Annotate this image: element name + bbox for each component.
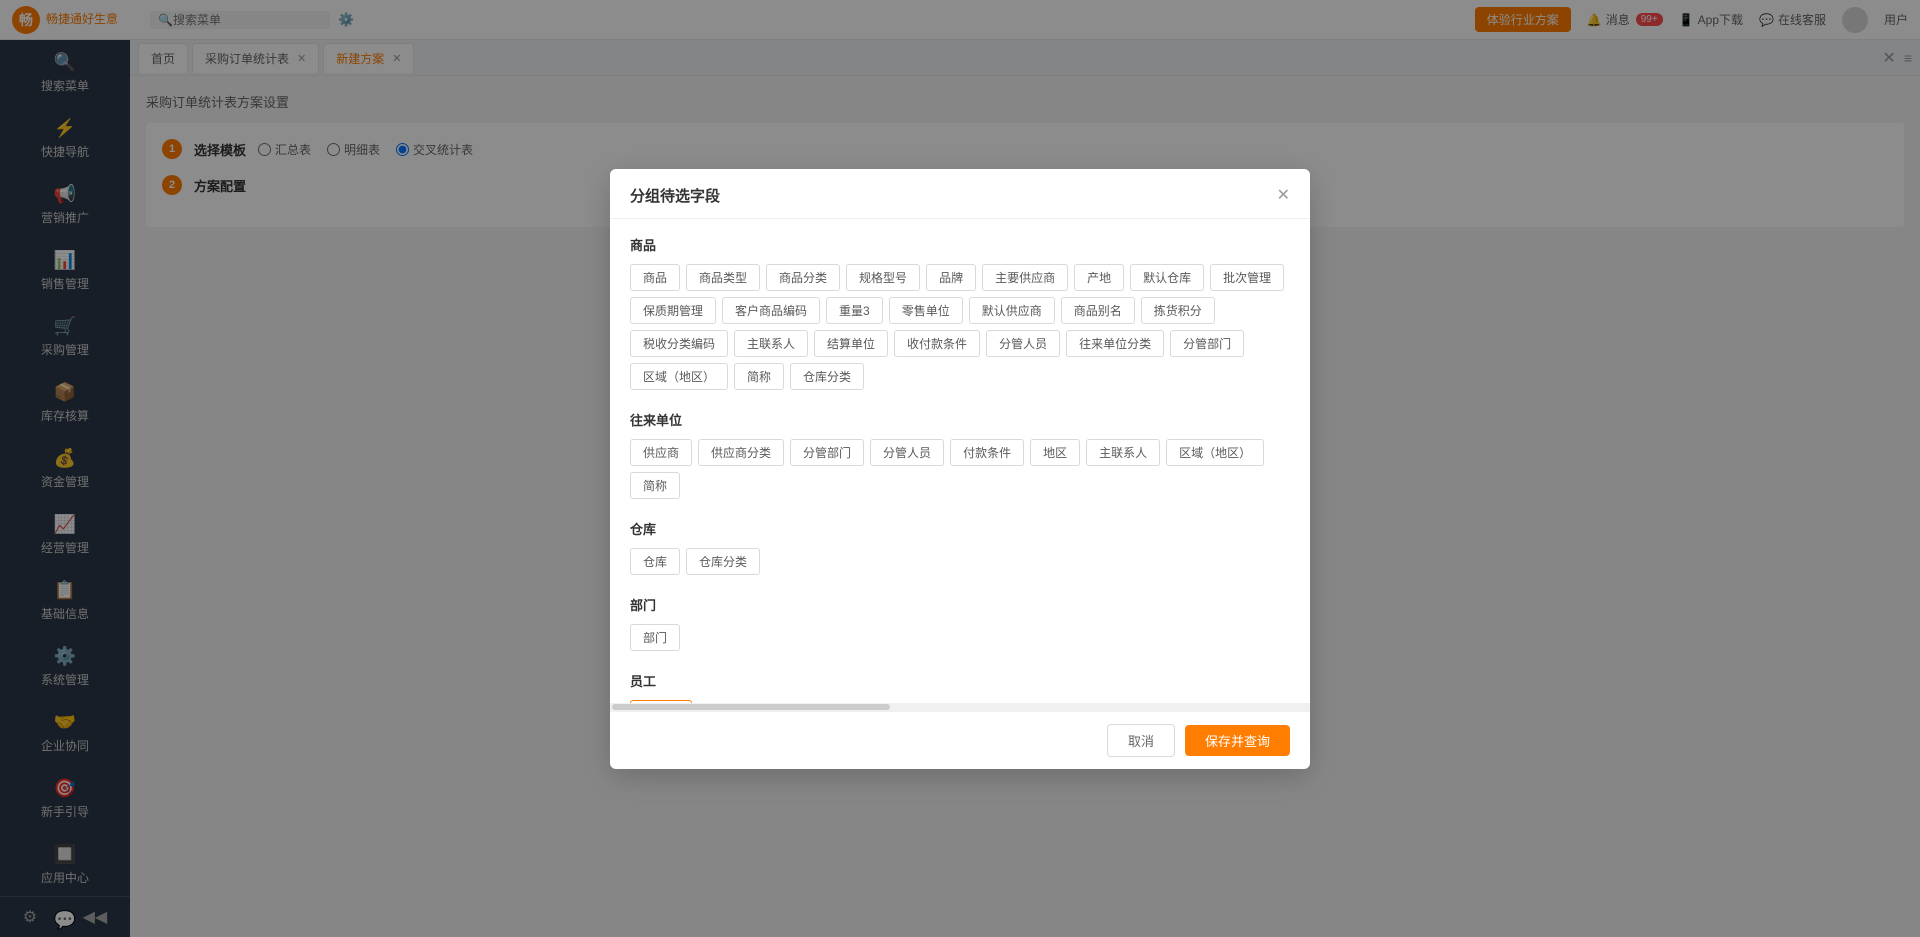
cancel-button[interactable]: 取消 [1107,724,1175,757]
section-warehouse-title: 仓库 [630,519,1290,538]
section-department-tags: 部门 [630,624,1290,651]
section-partner: 往来单位 供应商 供应商分类 分管部门 分管人员 付款条件 地区 主联系人 区域… [630,410,1290,499]
modal-body: 商品 商品 商品类型 商品分类 规格型号 品牌 主要供应商 产地 默认仓库 批次… [610,219,1310,703]
field-tag[interactable]: 简称 [734,363,784,390]
section-partner-title: 往来单位 [630,410,1290,429]
field-tag[interactable]: 商品类型 [686,264,760,291]
field-tag[interactable]: 默认仓库 [1130,264,1204,291]
field-tag[interactable]: 往来单位分类 [1066,330,1164,357]
field-tag[interactable]: 结算单位 [814,330,888,357]
section-goods-title: 商品 [630,235,1290,254]
field-tag[interactable]: 分管部门 [1170,330,1244,357]
modal-header: 分组待选字段 ✕ [610,169,1310,219]
field-tag[interactable]: 税收分类编码 [630,330,728,357]
field-tag[interactable]: 拣货积分 [1141,297,1215,324]
section-warehouse: 仓库 仓库 仓库分类 [630,519,1290,575]
field-tag[interactable]: 规格型号 [846,264,920,291]
field-tag[interactable]: 商品分类 [766,264,840,291]
field-tag[interactable]: 区域（地区） [630,363,728,390]
field-tag[interactable]: 商品 [630,264,680,291]
save-button[interactable]: 保存并查询 [1185,725,1290,756]
field-tag[interactable]: 主联系人 [734,330,808,357]
modal-hscroll-thumb [612,704,890,710]
field-tag[interactable]: 付款条件 [950,439,1024,466]
modal-hscroll[interactable] [610,703,1310,711]
field-tag[interactable]: 主要供应商 [982,264,1068,291]
field-tag[interactable]: 简称 [630,472,680,499]
field-tag[interactable]: 分管人员 [870,439,944,466]
section-goods-tags: 商品 商品类型 商品分类 规格型号 品牌 主要供应商 产地 默认仓库 批次管理 … [630,264,1290,390]
field-tag[interactable]: 分管人员 [986,330,1060,357]
field-tag[interactable]: 保质期管理 [630,297,716,324]
section-employee-title: 员工 [630,671,1290,690]
field-tag[interactable]: 品牌 [926,264,976,291]
field-tag[interactable]: 主联系人 [1086,439,1160,466]
field-tag[interactable]: 商品别名 [1061,297,1135,324]
modal-title: 分组待选字段 [630,185,720,206]
modal-footer: 取消 保存并查询 [610,711,1310,769]
section-employee: 员工 业务员 [630,671,1290,703]
field-tag[interactable]: 区域（地区） [1166,439,1264,466]
section-goods: 商品 商品 商品类型 商品分类 规格型号 品牌 主要供应商 产地 默认仓库 批次… [630,235,1290,390]
field-tag[interactable]: 地区 [1030,439,1080,466]
field-tag[interactable]: 产地 [1074,264,1124,291]
field-tag[interactable]: 默认供应商 [969,297,1055,324]
field-tag[interactable]: 部门 [630,624,680,651]
modal-overlay: 分组待选字段 ✕ 商品 商品 商品类型 商品分类 规格型号 品牌 主要供应商 产… [0,0,1920,937]
field-tag[interactable]: 批次管理 [1210,264,1284,291]
modal-close-button[interactable]: ✕ [1277,185,1290,205]
field-tag[interactable]: 供应商 [630,439,692,466]
field-tag[interactable]: 供应商分类 [698,439,784,466]
section-department-title: 部门 [630,595,1290,614]
field-select-modal: 分组待选字段 ✕ 商品 商品 商品类型 商品分类 规格型号 品牌 主要供应商 产… [610,169,1310,769]
section-warehouse-tags: 仓库 仓库分类 [630,548,1290,575]
field-tag[interactable]: 仓库 [630,548,680,575]
field-tag[interactable]: 仓库分类 [686,548,760,575]
field-tag[interactable]: 零售单位 [889,297,963,324]
field-tag[interactable]: 收付款条件 [894,330,980,357]
field-tag[interactable]: 分管部门 [790,439,864,466]
field-tag[interactable]: 重量3 [826,297,883,324]
field-tag[interactable]: 客户商品编码 [722,297,820,324]
section-department: 部门 部门 [630,595,1290,651]
field-tag[interactable]: 仓库分类 [790,363,864,390]
section-partner-tags: 供应商 供应商分类 分管部门 分管人员 付款条件 地区 主联系人 区域（地区） … [630,439,1290,499]
